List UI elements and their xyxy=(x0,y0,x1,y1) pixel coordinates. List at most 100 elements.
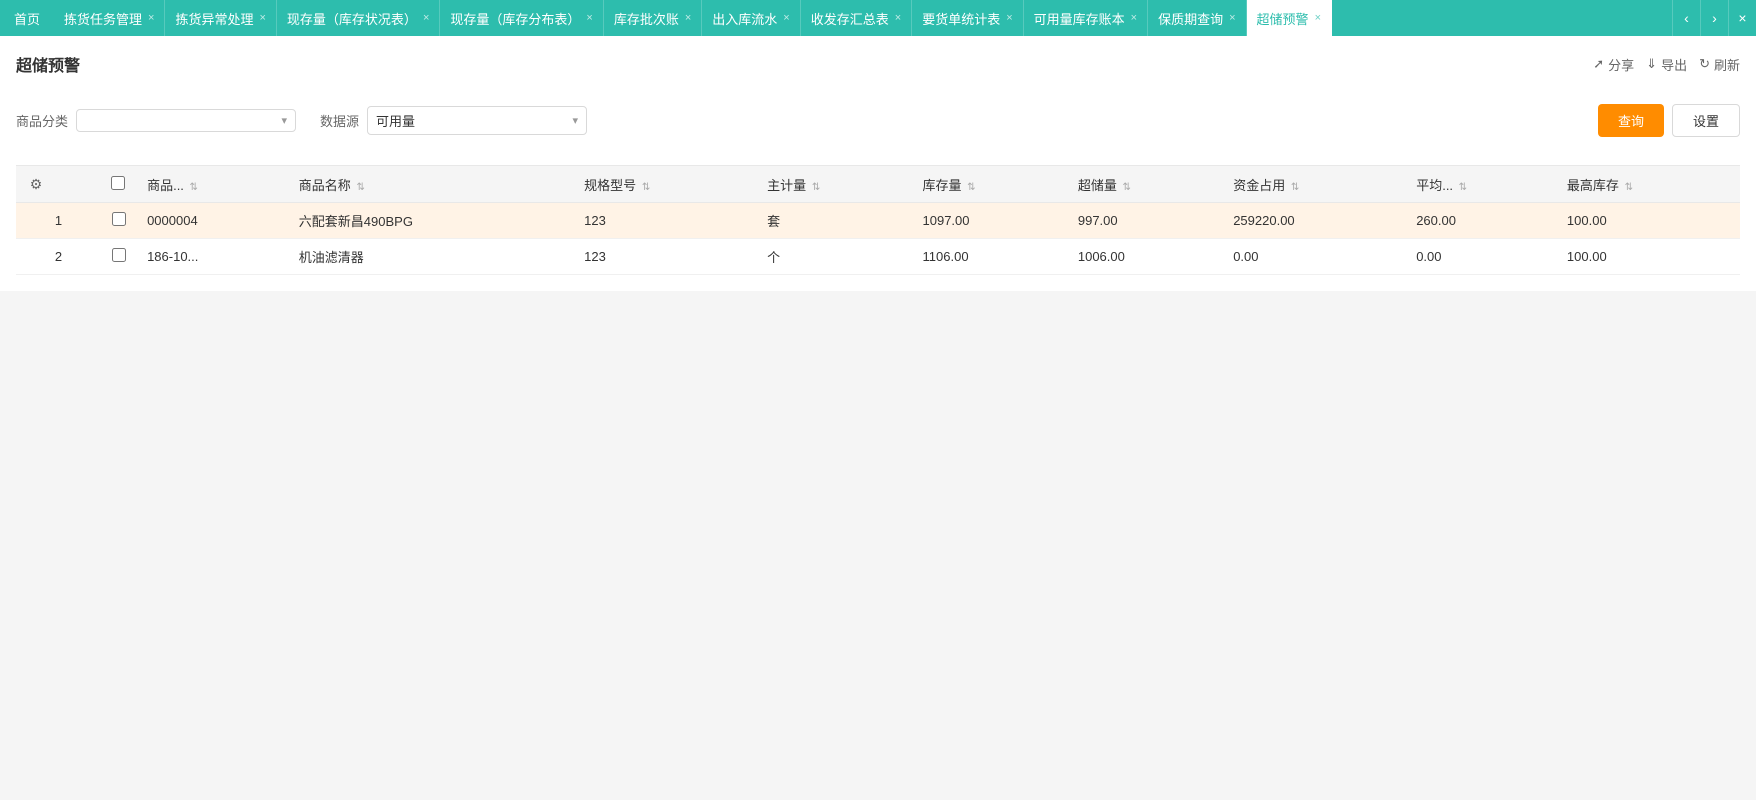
tab-7[interactable]: 收发存汇总表 × xyxy=(801,0,912,36)
top-navigation: 首页 拣货任务管理 × 拣货异常处理 × 现存量（库存状况表） × 现存量（库存… xyxy=(0,0,1756,36)
select-all-checkbox[interactable] xyxy=(111,176,125,190)
refresh-button[interactable]: ↻ 刷新 xyxy=(1699,55,1740,74)
sort-icon: ⇅ xyxy=(1123,182,1131,193)
tab-8[interactable]: 要货单统计表 × xyxy=(912,0,1023,36)
row-avg: 260.00 xyxy=(1406,203,1557,239)
table-row: 1 0000004 六配套新昌490BPG 123 套 1097.00 997.… xyxy=(16,203,1740,239)
th-maxstock[interactable]: 最高库存 ⇅ xyxy=(1557,166,1740,203)
th-code[interactable]: 商品... ⇅ xyxy=(137,166,289,203)
header-actions: ➚ 分享 ⇓ 导出 ↻ 刷新 xyxy=(1593,55,1740,74)
datasource-select[interactable]: 可用量 ▾ xyxy=(367,106,587,135)
filter-datasource: 数据源 可用量 ▾ xyxy=(320,106,587,135)
close-icon[interactable]: × xyxy=(1229,12,1235,24)
row-capital: 0.00 xyxy=(1223,239,1406,275)
row-maxstock: 100.00 xyxy=(1557,203,1740,239)
row-checkbox-cell xyxy=(101,239,137,275)
close-icon[interactable]: × xyxy=(1315,12,1321,24)
row-checkbox[interactable] xyxy=(112,248,126,262)
tab-3[interactable]: 现存量（库存状况表） × xyxy=(277,0,440,36)
nav-home[interactable]: 首页 xyxy=(0,0,54,36)
row-name: 机油滤清器 xyxy=(289,239,574,275)
row-unit: 个 xyxy=(757,239,912,275)
close-icon[interactable]: × xyxy=(783,12,789,24)
table-header-row: ⚙ 商品... ⇅ 商品名称 ⇅ 规格型号 ⇅ 主计量 xyxy=(16,166,1740,203)
row-checkbox[interactable] xyxy=(112,212,126,226)
table-row: 2 186-10... 机油滤清器 123 个 1106.00 1006.00 … xyxy=(16,239,1740,275)
row-overflow: 997.00 xyxy=(1068,203,1223,239)
th-unit[interactable]: 主计量 ⇅ xyxy=(757,166,912,203)
category-select[interactable]: ▾ xyxy=(76,109,296,132)
chevron-down-icon: ▾ xyxy=(281,114,287,127)
share-button[interactable]: ➚ 分享 xyxy=(1593,55,1634,74)
nav-arrows: ‹ › × xyxy=(1672,0,1756,36)
row-spec: 123 xyxy=(574,239,757,275)
sort-icon: ⇅ xyxy=(1625,182,1633,193)
close-icon[interactable]: × xyxy=(423,12,429,24)
row-overflow: 1006.00 xyxy=(1068,239,1223,275)
nav-prev-arrow[interactable]: ‹ xyxy=(1672,0,1700,36)
datasource-label: 数据源 xyxy=(320,111,359,130)
settings-button[interactable]: 设置 xyxy=(1672,104,1740,137)
th-checkbox xyxy=(101,166,137,203)
th-overflow[interactable]: 超储量 ⇅ xyxy=(1068,166,1223,203)
th-spec[interactable]: 规格型号 ⇅ xyxy=(574,166,757,203)
page-header: 超储预警 ➚ 分享 ⇓ 导出 ↻ 刷新 xyxy=(16,52,1740,76)
sort-icon: ⇅ xyxy=(356,182,364,193)
tab-11[interactable]: 超储预警 × xyxy=(1247,0,1332,36)
th-gear: ⚙ xyxy=(16,166,101,203)
sort-icon: ⇅ xyxy=(1291,182,1299,193)
table-body: 1 0000004 六配套新昌490BPG 123 套 1097.00 997.… xyxy=(16,203,1740,275)
page-title: 超储预警 xyxy=(16,52,80,76)
tab-5[interactable]: 库存批次账 × xyxy=(604,0,702,36)
row-seq: 1 xyxy=(16,203,101,239)
tab-2[interactable]: 拣货异常处理 × xyxy=(165,0,276,36)
chevron-down-icon: ▾ xyxy=(573,114,579,127)
th-avg[interactable]: 平均... ⇅ xyxy=(1406,166,1557,203)
row-stock: 1097.00 xyxy=(913,203,1068,239)
close-icon[interactable]: × xyxy=(685,12,691,24)
row-stock: 1106.00 xyxy=(913,239,1068,275)
tab-6[interactable]: 出入库流水 × xyxy=(702,0,800,36)
row-spec: 123 xyxy=(574,203,757,239)
row-avg: 0.00 xyxy=(1406,239,1557,275)
sort-icon: ⇅ xyxy=(190,182,198,193)
category-label: 商品分类 xyxy=(16,111,68,130)
row-checkbox-cell xyxy=(101,203,137,239)
sort-icon: ⇅ xyxy=(812,182,820,193)
row-code: 0000004 xyxy=(137,203,289,239)
query-button[interactable]: 查询 xyxy=(1598,104,1664,137)
filter-category: 商品分类 ▾ xyxy=(16,109,296,132)
th-stock[interactable]: 库存量 ⇅ xyxy=(913,166,1068,203)
th-capital[interactable]: 资金占用 ⇅ xyxy=(1223,166,1406,203)
close-icon[interactable]: × xyxy=(148,12,154,24)
row-capital: 259220.00 xyxy=(1223,203,1406,239)
tab-10[interactable]: 保质期查询 × xyxy=(1148,0,1246,36)
tab-4[interactable]: 现存量（库存分布表） × xyxy=(440,0,603,36)
gear-icon[interactable]: ⚙ xyxy=(26,174,46,194)
row-seq: 2 xyxy=(16,239,101,275)
datasource-select-value: 可用量 xyxy=(376,111,415,130)
close-icon[interactable]: × xyxy=(895,12,901,24)
nav-close-all[interactable]: × xyxy=(1728,0,1756,36)
row-unit: 套 xyxy=(757,203,912,239)
sort-icon: ⇅ xyxy=(1459,182,1467,193)
export-button[interactable]: ⇓ 导出 xyxy=(1646,55,1687,74)
row-maxstock: 100.00 xyxy=(1557,239,1740,275)
refresh-icon: ↻ xyxy=(1699,56,1710,72)
filter-row: 商品分类 ▾ 数据源 可用量 ▾ 查询 设置 xyxy=(16,92,1740,149)
tab-9[interactable]: 可用量库存账本 × xyxy=(1024,0,1148,36)
close-icon[interactable]: × xyxy=(1006,12,1012,24)
sort-icon: ⇅ xyxy=(967,182,975,193)
nav-next-arrow[interactable]: › xyxy=(1700,0,1728,36)
close-icon[interactable]: × xyxy=(1131,12,1137,24)
th-name[interactable]: 商品名称 ⇅ xyxy=(289,166,574,203)
export-icon: ⇓ xyxy=(1646,56,1657,72)
close-icon[interactable]: × xyxy=(259,12,265,24)
row-code: 186-10... xyxy=(137,239,289,275)
share-icon: ➚ xyxy=(1593,56,1604,72)
sort-icon: ⇅ xyxy=(642,182,650,193)
close-icon[interactable]: × xyxy=(586,12,592,24)
data-table: ⚙ 商品... ⇅ 商品名称 ⇅ 规格型号 ⇅ 主计量 xyxy=(16,165,1740,275)
tab-1[interactable]: 拣货任务管理 × xyxy=(54,0,165,36)
row-name: 六配套新昌490BPG xyxy=(289,203,574,239)
